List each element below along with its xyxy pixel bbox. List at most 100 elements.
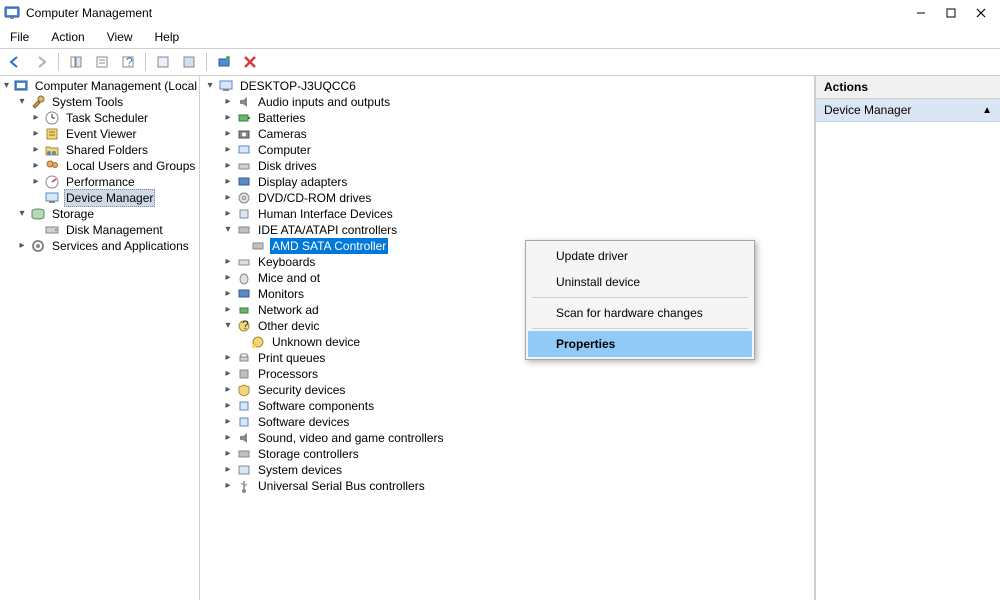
menu-help[interactable]: Help	[151, 28, 184, 46]
properties-button[interactable]	[91, 51, 113, 73]
expand-icon[interactable]: ▸	[222, 128, 234, 140]
view-button-2[interactable]	[178, 51, 200, 73]
actions-header: Actions	[816, 76, 1000, 99]
users-icon	[44, 158, 60, 174]
expand-icon[interactable]: ▸	[222, 432, 234, 444]
computer-icon	[218, 78, 234, 94]
tree-system-tools[interactable]: ▾ System Tools	[0, 94, 199, 110]
expand-icon[interactable]: ▸	[222, 144, 234, 156]
device-category-ide[interactable]: ▾IDE ATA/ATAPI controllers	[200, 222, 814, 238]
expand-icon[interactable]: ▸	[222, 368, 234, 380]
device-category[interactable]: ▸Software components	[200, 398, 814, 414]
audio-icon	[236, 94, 252, 110]
tree-local-users[interactable]: ▸ Local Users and Groups	[0, 158, 199, 174]
expand-icon[interactable]: ▸	[16, 240, 28, 252]
close-button[interactable]	[966, 2, 996, 24]
storage-icon	[30, 206, 46, 222]
tree-label: Computer Management (Local	[33, 78, 199, 94]
menu-separator	[532, 297, 748, 298]
expand-icon[interactable]: ▸	[222, 352, 234, 364]
tree-services-apps[interactable]: ▸ Services and Applications	[0, 238, 199, 254]
device-category[interactable]: ▸Human Interface Devices	[200, 206, 814, 222]
expand-icon[interactable]: ▸	[222, 208, 234, 220]
chevron-up-icon[interactable]: ▲	[982, 105, 992, 116]
collapse-icon[interactable]: ▾	[16, 96, 28, 108]
expand-icon[interactable]: ▸	[30, 176, 42, 188]
expand-icon[interactable]: ▸	[222, 112, 234, 124]
expand-icon[interactable]: ▸	[222, 96, 234, 108]
device-category[interactable]: ▸Computer	[200, 142, 814, 158]
expand-icon[interactable]: ▸	[30, 160, 42, 172]
expand-icon[interactable]: ▸	[222, 448, 234, 460]
expand-icon[interactable]: ▸	[222, 464, 234, 476]
expand-icon[interactable]: ▸	[222, 416, 234, 428]
scan-hardware-button[interactable]	[213, 51, 235, 73]
navigation-tree[interactable]: ▾ Computer Management (Local ▾ System To…	[0, 76, 200, 600]
view-button-1[interactable]	[152, 51, 174, 73]
collapse-icon[interactable]: ▾	[222, 320, 234, 332]
menu-properties[interactable]: Properties	[528, 331, 752, 357]
tree-performance[interactable]: ▸ Performance	[0, 174, 199, 190]
actions-device-manager[interactable]: Device Manager ▲	[816, 99, 1000, 122]
device-category[interactable]: ▸Storage controllers	[200, 446, 814, 462]
expand-icon[interactable]: ▸	[222, 192, 234, 204]
delete-button[interactable]	[239, 51, 261, 73]
device-tree[interactable]: ▾ DESKTOP-J3UQCC6 ▸Audio inputs and outp…	[200, 76, 815, 600]
expand-icon[interactable]: ▸	[222, 384, 234, 396]
show-hide-tree-button[interactable]	[65, 51, 87, 73]
tree-label: Universal Serial Bus controllers	[256, 478, 427, 494]
device-category[interactable]: ▸ Batteries	[200, 110, 814, 126]
expand-icon[interactable]: ▸	[30, 128, 42, 140]
menu-update-driver[interactable]: Update driver	[528, 243, 752, 269]
tree-label: Device Manager	[64, 189, 155, 207]
tree-event-viewer[interactable]: ▸ Event Viewer	[0, 126, 199, 142]
device-category[interactable]: ▸Sound, video and game controllers	[200, 430, 814, 446]
collapse-icon[interactable]: ▾	[222, 224, 234, 236]
device-category[interactable]: ▸DVD/CD-ROM drives	[200, 190, 814, 206]
actions-pane: Actions Device Manager ▲	[815, 76, 1000, 600]
expand-icon[interactable]: ▸	[30, 112, 42, 124]
expand-icon[interactable]: ▸	[222, 400, 234, 412]
back-button[interactable]	[4, 51, 26, 73]
tree-device-manager[interactable]: Device Manager	[0, 190, 199, 206]
tree-disk-management[interactable]: Disk Management	[0, 222, 199, 238]
device-category[interactable]: ▸Display adapters	[200, 174, 814, 190]
help-button[interactable]: ?	[117, 51, 139, 73]
maximize-button[interactable]	[936, 2, 966, 24]
menu-action[interactable]: Action	[47, 28, 88, 46]
menu-view[interactable]: View	[103, 28, 137, 46]
expand-icon[interactable]: ▸	[222, 160, 234, 172]
tree-label: Batteries	[256, 110, 307, 126]
expand-icon[interactable]: ▸	[30, 144, 42, 156]
device-category[interactable]: ▸Software devices	[200, 414, 814, 430]
menu-scan-hardware[interactable]: Scan for hardware changes	[528, 300, 752, 326]
device-category[interactable]: ▸System devices	[200, 462, 814, 478]
device-category[interactable]: ▸ Universal Serial Bus controllers	[200, 478, 814, 494]
tree-root[interactable]: ▾ Computer Management (Local	[0, 78, 199, 94]
expand-icon[interactable]: ▸	[222, 256, 234, 268]
minimize-button[interactable]	[906, 2, 936, 24]
menu-uninstall-device[interactable]: Uninstall device	[528, 269, 752, 295]
expand-icon[interactable]: ▸	[222, 480, 234, 492]
software-icon	[236, 398, 252, 414]
menu-file[interactable]: File	[6, 28, 33, 46]
collapse-icon[interactable]: ▾	[16, 208, 28, 220]
expand-icon[interactable]: ▸	[222, 272, 234, 284]
forward-button[interactable]	[30, 51, 52, 73]
device-category[interactable]: ▸Processors	[200, 366, 814, 382]
device-category[interactable]: ▸Disk drives	[200, 158, 814, 174]
device-category[interactable]: ▸Security devices	[200, 382, 814, 398]
device-root[interactable]: ▾ DESKTOP-J3UQCC6	[200, 78, 814, 94]
expand-icon[interactable]: ▸	[222, 176, 234, 188]
collapse-icon[interactable]: ▾	[2, 80, 11, 92]
device-category[interactable]: ▸Cameras	[200, 126, 814, 142]
device-category[interactable]: ▸Audio inputs and outputs	[200, 94, 814, 110]
tree-task-scheduler[interactable]: ▸ Task Scheduler	[0, 110, 199, 126]
collapse-icon[interactable]: ▾	[204, 80, 216, 92]
expand-icon[interactable]: ▸	[222, 288, 234, 300]
tree-shared-folders[interactable]: ▸ Shared Folders	[0, 142, 199, 158]
tree-label: AMD SATA Controller	[270, 238, 388, 254]
expand-icon[interactable]: ▸	[222, 304, 234, 316]
network-icon	[236, 302, 252, 318]
tree-storage[interactable]: ▾ Storage	[0, 206, 199, 222]
